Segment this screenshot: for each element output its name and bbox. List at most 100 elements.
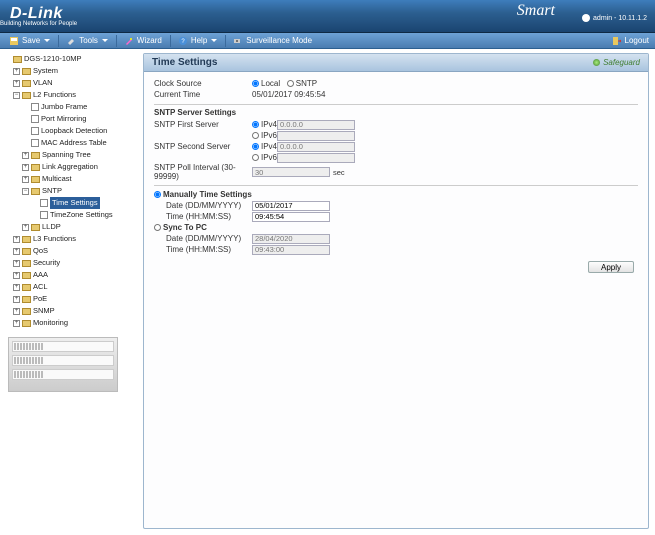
expand-icon[interactable]: + — [13, 284, 20, 291]
tree-linkagg[interactable]: +Link Aggregation — [22, 161, 136, 173]
sync-pc-radio[interactable] — [154, 224, 161, 231]
menu-wizard[interactable]: Wizard — [121, 36, 166, 45]
poll-label: SNTP Poll Interval (30-99999) — [154, 163, 252, 181]
second-ipv6-radio[interactable] — [252, 154, 259, 161]
expand-icon[interactable]: + — [13, 80, 20, 87]
tree-l3[interactable]: +L3 Functions — [13, 233, 136, 245]
second-ipv4-input[interactable] — [277, 142, 355, 152]
expand-icon[interactable]: + — [13, 320, 20, 327]
manual-radio[interactable] — [154, 191, 161, 198]
tree-snmp[interactable]: +SNMP — [13, 305, 136, 317]
tree-aaa[interactable]: +AAA — [13, 269, 136, 281]
tree-loopback[interactable]: Loopback Detection — [22, 125, 136, 137]
app-header: D-Link Building Networks for People Smar… — [0, 0, 655, 33]
manual-date-input[interactable] — [252, 201, 330, 211]
admin-label: admin - 10.11.1.2 — [582, 14, 647, 22]
expand-icon[interactable]: + — [13, 260, 20, 267]
nav-tree: DGS-1210-10MP +System +VLAN −L2 Function… — [4, 53, 136, 329]
tree-acl[interactable]: +ACL — [13, 281, 136, 293]
folder-icon — [22, 272, 31, 279]
poll-input[interactable] — [252, 167, 330, 177]
brand-subtext: Building Networks for People — [0, 21, 77, 27]
second-ipv6-input[interactable] — [277, 153, 355, 163]
tree-lldp[interactable]: +LLDP — [22, 221, 136, 233]
expand-icon[interactable]: + — [13, 248, 20, 255]
tree-vlan[interactable]: +VLAN — [13, 77, 136, 89]
menu-separator — [170, 35, 171, 47]
clock-local-option[interactable]: Local — [252, 79, 280, 88]
tree-portmirror[interactable]: Port Mirroring — [22, 113, 136, 125]
expand-icon[interactable]: + — [22, 224, 29, 231]
pc-time-input[interactable] — [252, 245, 330, 255]
menu-separator — [58, 35, 59, 47]
tree-monitoring[interactable]: +Monitoring — [13, 317, 136, 329]
expand-icon[interactable]: + — [13, 296, 20, 303]
page-icon — [40, 211, 48, 219]
expand-icon[interactable]: + — [13, 236, 20, 243]
folder-icon — [31, 224, 40, 231]
second-ipv4-radio[interactable] — [252, 143, 259, 150]
folder-icon — [22, 296, 31, 303]
expand-icon[interactable]: + — [22, 152, 29, 159]
clock-sntp-option[interactable]: SNTP — [287, 79, 317, 88]
folder-icon — [22, 308, 31, 315]
collapse-icon[interactable]: − — [13, 92, 20, 99]
sec-unit: sec — [333, 168, 345, 177]
second-ipv6-option[interactable]: IPv6 — [252, 153, 277, 162]
collapse-icon[interactable]: − — [22, 188, 29, 195]
panel-body: Clock Source Local SNTP Current Time 05/… — [144, 72, 648, 528]
tree-timezone[interactable]: TimeZone Settings — [31, 209, 136, 221]
manual-time-option[interactable]: Manually Time Settings — [154, 190, 252, 199]
tree-spanning[interactable]: +Spanning Tree — [22, 149, 136, 161]
expand-icon[interactable]: + — [22, 164, 29, 171]
folder-icon — [22, 92, 31, 99]
admin-text: admin - 10.11.1.2 — [593, 15, 647, 22]
logout-button[interactable]: Logout — [613, 36, 649, 45]
second-ipv4-option[interactable]: IPv4 — [252, 142, 277, 151]
expand-icon[interactable]: + — [13, 308, 20, 315]
clock-sntp-radio[interactable] — [287, 80, 294, 87]
tree-security[interactable]: +Security — [13, 257, 136, 269]
menu-tools[interactable]: Tools — [63, 36, 112, 45]
manual-time-label: Time (HH:MM:SS) — [154, 212, 252, 221]
apply-button[interactable]: Apply — [588, 261, 634, 273]
current-time-value: 05/01/2017 09:45:54 — [252, 90, 325, 99]
menu-separator — [225, 35, 226, 47]
first-ipv6-option[interactable]: IPv6 — [252, 131, 277, 140]
page-icon — [31, 115, 39, 123]
expand-icon[interactable]: + — [13, 272, 20, 279]
tree-system[interactable]: +System — [13, 65, 136, 77]
tree-poe[interactable]: +PoE — [13, 293, 136, 305]
menu-surveillance[interactable]: Surveillance Mode — [230, 36, 316, 45]
device-icon — [13, 56, 22, 63]
tree-sntp[interactable]: −SNTP — [22, 185, 136, 197]
chevron-down-icon — [44, 39, 50, 42]
menu-separator — [116, 35, 117, 47]
first-ipv6-input[interactable] — [277, 131, 355, 141]
first-ipv4-radio[interactable] — [252, 121, 259, 128]
first-ipv4-input[interactable] — [277, 120, 355, 130]
tree-qos[interactable]: +QoS — [13, 245, 136, 257]
user-icon — [582, 14, 590, 22]
expand-icon[interactable]: + — [13, 68, 20, 75]
menu-help[interactable]: ? Help — [175, 36, 221, 45]
help-icon: ? — [179, 37, 187, 45]
first-ipv4-option[interactable]: IPv4 — [252, 120, 277, 129]
main: DGS-1210-10MP +System +VLAN −L2 Function… — [0, 49, 655, 535]
pc-date-input[interactable] — [252, 234, 330, 244]
tree-l2[interactable]: −L2 Functions — [13, 89, 136, 101]
clock-local-radio[interactable] — [252, 80, 259, 87]
manual-time-input[interactable] — [252, 212, 330, 222]
tree-time-settings[interactable]: Time Settings — [31, 197, 136, 209]
tree-root[interactable]: DGS-1210-10MP — [4, 53, 136, 65]
sync-pc-option[interactable]: Sync To PC — [154, 223, 207, 232]
page-icon — [31, 139, 39, 147]
tree-mac[interactable]: MAC Address Table — [22, 137, 136, 149]
tree-jumbo[interactable]: Jumbo Frame — [22, 101, 136, 113]
expand-icon[interactable]: + — [22, 176, 29, 183]
first-ipv6-radio[interactable] — [252, 132, 259, 139]
tree-multicast[interactable]: +Multicast — [22, 173, 136, 185]
panel-title: Time Settings — [152, 57, 217, 68]
menu-save[interactable]: Save — [6, 36, 54, 45]
folder-icon — [31, 176, 40, 183]
